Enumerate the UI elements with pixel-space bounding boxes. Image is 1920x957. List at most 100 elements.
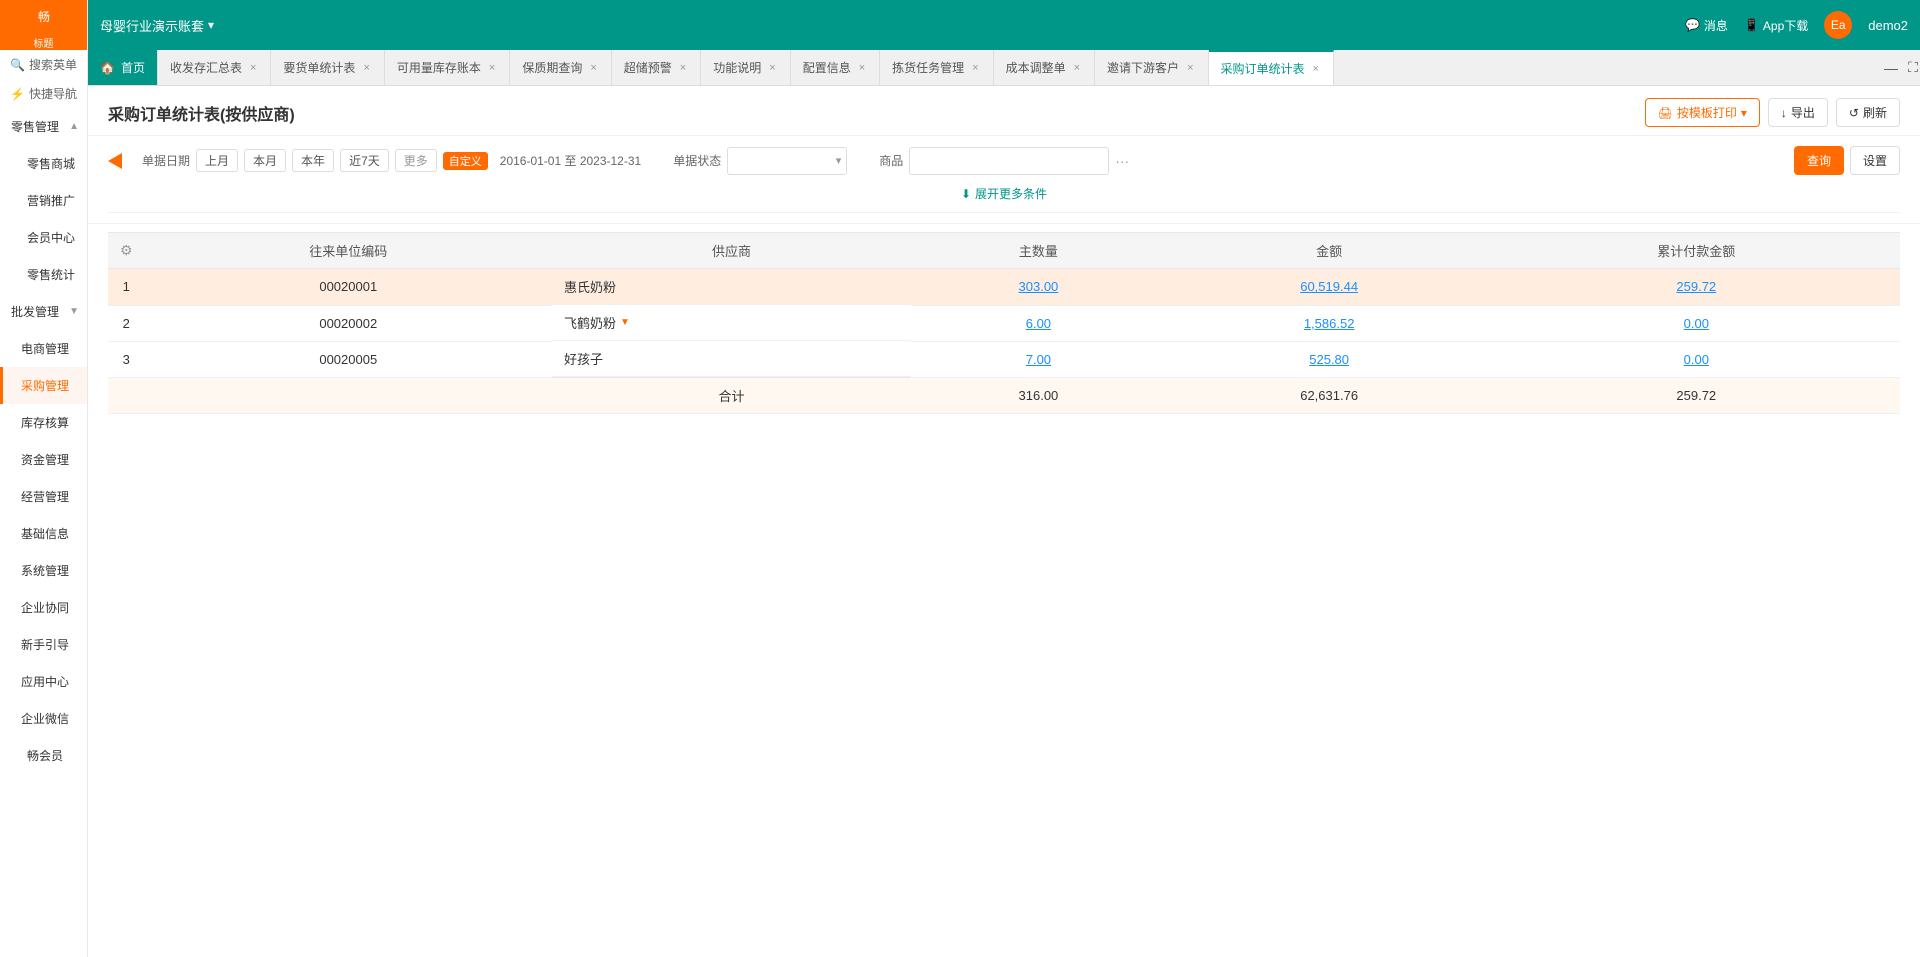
export-icon: ↓ (1781, 106, 1787, 120)
wholesale-label: 批发管理 (11, 303, 59, 320)
amount-link[interactable]: 60,519.44 (1300, 279, 1358, 294)
filter-status-item: 单据状态 (673, 147, 847, 175)
tab-close-expiry-query[interactable]: × (588, 62, 598, 74)
tab-expiry-query[interactable]: 保质期查询 × (510, 50, 611, 86)
quantity-link[interactable]: 7.00 (1026, 352, 1051, 367)
sidebar-item-member[interactable]: 会员中心 (0, 219, 87, 256)
sidebar-item-basic[interactable]: 基础信息 (0, 515, 87, 552)
query-button[interactable]: 查询 (1794, 146, 1844, 175)
retail-stats-label: 零售统计 (27, 266, 75, 283)
column-settings-icon[interactable]: ⚙ (120, 242, 133, 258)
quantity-link[interactable]: 6.00 (1026, 316, 1051, 331)
tab-close-overstock-warning[interactable]: × (678, 62, 688, 74)
tab-close-function-desc[interactable]: × (767, 62, 777, 74)
newguide-label: 新手引导 (21, 636, 69, 653)
collapse-toggle[interactable] (108, 153, 122, 169)
tab-overstock-warning-label: 超储预警 (624, 59, 672, 76)
cell-quantity: 7.00 (911, 341, 1166, 378)
cell-quantity: 6.00 (911, 305, 1166, 341)
message-button[interactable]: 💬 消息 (1685, 17, 1728, 34)
minimize-button[interactable]: — (1884, 61, 1898, 75)
footer-paid: 259.72 (1493, 378, 1900, 414)
expand-filters-button[interactable]: ⬇ 展开更多条件 (953, 181, 1055, 206)
logo[interactable]: 畅 标题 (0, 0, 87, 50)
refresh-button[interactable]: ↺ 刷新 (1836, 98, 1900, 127)
table-row[interactable]: 2 00020002 飞鹤奶粉▼ 6.00 1,586.52 0.00 (108, 305, 1900, 341)
shortcut-more[interactable]: 更多 (395, 149, 437, 172)
sidebar-item-ecommerce[interactable]: 电商管理 (0, 330, 87, 367)
tab-inventory-book-label: 可用量库存账本 (397, 59, 481, 76)
shortcut-this-year[interactable]: 本年 (292, 149, 334, 172)
tab-cost-adjust[interactable]: 成本调整单 × (994, 50, 1095, 86)
sidebar-item-marketing[interactable]: 营销推广 (0, 182, 87, 219)
expand-sub-icon[interactable]: ▼ (620, 317, 630, 328)
paid-link[interactable]: 0.00 (1684, 352, 1709, 367)
tab-overstock-warning[interactable]: 超储预警 × (612, 50, 701, 86)
filter-date-range-item: 2016-01-01 至 2023-12-31 (500, 152, 641, 169)
goods-more-btn[interactable]: ··· (1115, 153, 1129, 169)
th-supplier: 供应商 (552, 233, 911, 269)
page-title: 采购订单统计表(按供应商) (108, 101, 295, 125)
sidebar-item-vip[interactable]: 畅会员 (0, 737, 87, 774)
sidebar-item-wechat[interactable]: 企业微信 (0, 700, 87, 737)
sidebar-item-finance[interactable]: 资金管理 (0, 441, 87, 478)
tab-close-purchase-summary[interactable]: × (1311, 63, 1321, 75)
tab-config-info[interactable]: 配置信息 × (791, 50, 880, 86)
sidebar-item-quicknav[interactable]: ⚡ 快捷导航 (0, 79, 87, 108)
quantity-link[interactable]: 303.00 (1019, 279, 1059, 294)
tab-home[interactable]: 🏠 首页 (88, 50, 158, 86)
sidebar-item-search[interactable]: 🔍 搜索英单 (0, 50, 87, 79)
custom-badge[interactable]: 自定义 (443, 152, 488, 170)
amount-link[interactable]: 525.80 (1309, 352, 1349, 367)
tab-close-config-info[interactable]: × (857, 62, 867, 74)
tab-close-inventory-book[interactable]: × (487, 62, 497, 74)
sidebar-item-inventory[interactable]: 库存核算 (0, 404, 87, 441)
maximize-button[interactable]: ⛶ (1906, 61, 1920, 75)
print-dropdown-arrow[interactable]: ▾ (1741, 106, 1747, 120)
message-icon: 💬 (1685, 18, 1700, 32)
sidebar-item-retail-shop[interactable]: 零售商城 (0, 145, 87, 182)
user-avatar-text: Ea (1831, 18, 1846, 32)
export-button[interactable]: ↓ 导出 (1768, 98, 1828, 127)
status-select[interactable] (727, 147, 847, 175)
cell-supplier: 飞鹤奶粉▼ (552, 305, 911, 341)
tab-config-info-label: 配置信息 (803, 59, 851, 76)
table-container: ⚙ 往来单位编码 供应商 主数量 金额 累计付款金额 1 00020001 惠氏… (88, 232, 1920, 434)
amount-link[interactable]: 1,586.52 (1304, 316, 1355, 331)
tab-picking-task[interactable]: 拣货任务管理 × (880, 50, 993, 86)
shortcut-7days[interactable]: 近7天 (340, 149, 389, 172)
print-button[interactable]: 🖨 按模板打印 ▾ (1645, 98, 1760, 127)
sidebar-item-purchase[interactable]: 采购管理 (0, 367, 87, 404)
tab-close-cost-adjust[interactable]: × (1072, 62, 1082, 74)
shortcut-this-month[interactable]: 本月 (244, 149, 286, 172)
sidebar-item-enterprise[interactable]: 企业协同 (0, 589, 87, 626)
paid-link[interactable]: 259.72 (1676, 279, 1716, 294)
tab-close-order-summary[interactable]: × (361, 62, 371, 74)
user-avatar[interactable]: Ea (1824, 11, 1852, 39)
tab-invite-downstream[interactable]: 邀请下游客户 × (1095, 50, 1208, 86)
sidebar-item-newguide[interactable]: 新手引导 (0, 626, 87, 663)
sidebar-item-operation[interactable]: 经营管理 (0, 478, 87, 515)
goods-input[interactable] (909, 147, 1109, 175)
sidebar-item-retail[interactable]: 零售管理 ▲ (0, 108, 87, 145)
tab-receive-summary[interactable]: 收发存汇总表 × (158, 50, 271, 86)
table-row[interactable]: 3 00020005 好孩子 7.00 525.80 0.00 (108, 341, 1900, 378)
app-download-button[interactable]: 📱 App下载 (1744, 17, 1808, 34)
tab-close-invite-downstream[interactable]: × (1185, 62, 1195, 74)
sidebar-item-appcenter[interactable]: 应用中心 (0, 663, 87, 700)
tab-close-receive-summary[interactable]: × (248, 62, 258, 74)
table-row[interactable]: 1 00020001 惠氏奶粉 303.00 60,519.44 259.72 (108, 269, 1900, 306)
sidebar-item-wholesale[interactable]: 批发管理 ▼ (0, 293, 87, 330)
paid-link[interactable]: 0.00 (1684, 316, 1709, 331)
sidebar-item-retail-stats[interactable]: 零售统计 (0, 256, 87, 293)
tab-order-summary[interactable]: 要货单统计表 × (271, 50, 384, 86)
cell-num: 2 (108, 305, 145, 341)
sidebar-item-system[interactable]: 系统管理 (0, 552, 87, 589)
tab-purchase-summary[interactable]: 采购订单统计表 × (1209, 50, 1334, 86)
settings-button[interactable]: 设置 (1850, 146, 1900, 175)
shortcut-last-month[interactable]: 上月 (196, 149, 238, 172)
tab-inventory-book[interactable]: 可用量库存账本 × (385, 50, 510, 86)
topbar-dropdown-arrow[interactable]: ▾ (208, 18, 214, 32)
tab-function-desc[interactable]: 功能说明 × (701, 50, 790, 86)
tab-close-picking-task[interactable]: × (970, 62, 980, 74)
